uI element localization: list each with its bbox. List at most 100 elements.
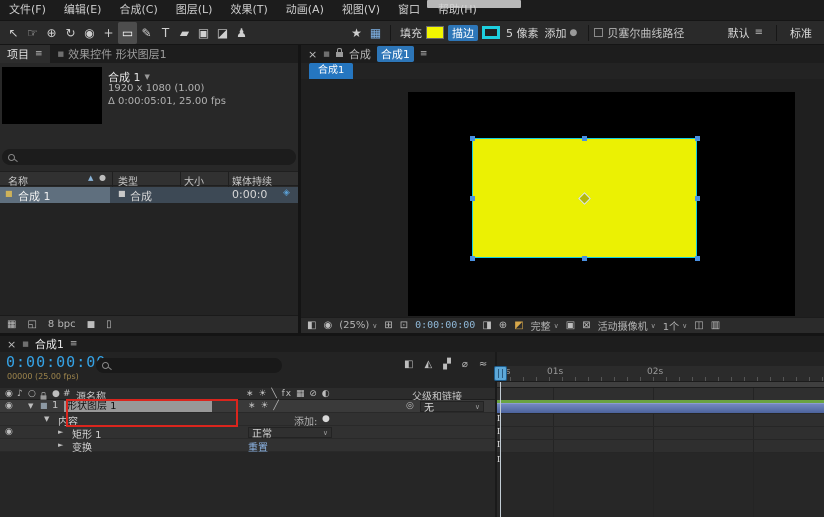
project-row-name[interactable]: 合成 1: [18, 188, 51, 204]
workspace-standard-label[interactable]: 标准: [790, 25, 812, 41]
handle-top-right[interactable]: [695, 136, 700, 141]
pan-behind-tool[interactable]: +: [99, 22, 118, 44]
selection-tool[interactable]: ↖: [4, 22, 23, 44]
delete-icon[interactable]: ▯: [106, 319, 112, 330]
viewer-tab-comp1[interactable]: 合成1: [309, 63, 354, 79]
reset-exposure-icon[interactable]: ▥: [711, 320, 720, 331]
blend-mode-select[interactable]: 正常 ∨: [248, 427, 332, 440]
handle-top-center[interactable]: [582, 136, 587, 141]
rotation-tool[interactable]: ↻: [61, 22, 80, 44]
handle-bottom-center[interactable]: [582, 256, 587, 261]
grid-icon[interactable]: ▦: [366, 22, 385, 44]
menu-composition[interactable]: 合成(C): [110, 0, 166, 20]
timeline-tab-comp1[interactable]: 合成1: [35, 336, 64, 352]
sort-asc-icon[interactable]: ▲: [88, 174, 93, 182]
track-area[interactable]: [497, 388, 824, 452]
rect-visibility-eye[interactable]: ◉: [5, 427, 13, 437]
add-options-icon[interactable]: ●: [570, 28, 578, 38]
pen-tool[interactable]: ✎: [137, 22, 156, 44]
column-name[interactable]: 名称: [8, 173, 28, 188]
layer-expander[interactable]: ▼: [28, 402, 33, 410]
transform-expander[interactable]: ►: [58, 441, 63, 449]
workspace-menu-icon[interactable]: ≡: [755, 27, 763, 38]
type-tool[interactable]: T: [156, 22, 175, 44]
composition-panel-title[interactable]: 合成: [349, 46, 371, 62]
parent-select[interactable]: 无 ∨: [420, 401, 484, 414]
playhead-line[interactable]: [500, 382, 501, 517]
contents-expander[interactable]: ▼: [44, 415, 49, 423]
track-area-empty[interactable]: [497, 452, 824, 517]
camera-icon[interactable]: ◨: [482, 320, 491, 331]
bezier-path-checkbox[interactable]: [594, 28, 604, 37]
star-icon[interactable]: ★: [347, 22, 366, 44]
column-type[interactable]: 类型: [118, 173, 138, 188]
viewer-area[interactable]: [301, 79, 824, 317]
handle-bottom-right[interactable]: [695, 256, 700, 261]
transform-group-row[interactable]: ► 变换 重置: [0, 439, 497, 454]
view-layout-select[interactable]: 1个 ∨: [663, 318, 688, 334]
menu-file[interactable]: 文件(F): [0, 0, 55, 20]
panel-menu-icon[interactable]: ≡: [70, 339, 78, 349]
graph-editor-icon[interactable]: ≈: [479, 359, 487, 370]
frame-blend-icon[interactable]: ▞: [443, 359, 451, 370]
shy-icon[interactable]: ◭: [424, 359, 432, 370]
new-folder-icon[interactable]: ◱: [27, 319, 36, 330]
eraser-tool[interactable]: ◪: [213, 22, 232, 44]
layer-visibility-eye[interactable]: ◉: [5, 401, 13, 411]
menu-animation[interactable]: 动画(A): [277, 0, 333, 20]
draft-3d-icon[interactable]: ◧: [404, 359, 413, 370]
rectangle-group-row[interactable]: ◉ ► 矩形 1 正常 ∨: [0, 426, 497, 441]
menu-view[interactable]: 视图(V): [333, 0, 389, 20]
menu-window[interactable]: 窗口: [389, 0, 429, 20]
add-property-button[interactable]: ●: [322, 414, 330, 424]
viewer-timecode[interactable]: 0:00:00:00: [415, 320, 475, 331]
workspace-preset-label[interactable]: 默认: [728, 25, 750, 41]
zoom-tool-icon[interactable]: ⊕: [42, 22, 61, 44]
mask-visibility-icon[interactable]: ⊡: [400, 320, 408, 331]
label-column-icon[interactable]: ●: [99, 173, 106, 182]
stroke-color-swatch[interactable]: [482, 26, 500, 39]
brush-tool[interactable]: ▰: [175, 22, 194, 44]
panel-menu-icon[interactable]: ≡: [420, 49, 428, 59]
stroke-label[interactable]: 描边: [448, 24, 478, 41]
handle-top-left[interactable]: [470, 136, 475, 141]
menu-edit[interactable]: 编辑(E): [55, 0, 111, 20]
panel-menu-icon[interactable]: ≡: [35, 49, 43, 59]
camera-tool[interactable]: ◉: [80, 22, 99, 44]
solo-column-icon[interactable]: ○: [28, 389, 36, 399]
exposure-icon[interactable]: ⊕: [499, 320, 507, 331]
stroke-width-value[interactable]: 5 像素: [506, 25, 539, 41]
camera-select[interactable]: 活动摄像机 ∨: [598, 318, 656, 334]
timeline-ruler[interactable]: 0s 01s 02s: [497, 366, 824, 382]
menu-layer[interactable]: 图层(L): [167, 0, 222, 20]
lock-column-icon[interactable]: [40, 391, 47, 400]
timeline-timecode[interactable]: 0:00:00:00: [6, 353, 106, 371]
motion-blur-icon[interactable]: ⌀: [462, 359, 468, 370]
chevron-down-icon[interactable]: ▼: [145, 73, 150, 81]
handle-mid-left[interactable]: [470, 196, 475, 201]
active-comp-name[interactable]: 合成1: [376, 46, 414, 62]
label-column-icon[interactable]: ●: [52, 389, 60, 399]
rectangle-tool[interactable]: ▭: [118, 21, 137, 44]
rect-expander[interactable]: ►: [58, 428, 63, 436]
fill-label[interactable]: 填充: [400, 25, 422, 41]
video-column-icon[interactable]: ◉: [5, 389, 13, 399]
close-icon[interactable]: ×: [308, 48, 317, 61]
hand-tool[interactable]: ☞: [23, 22, 42, 44]
flowchart-icon[interactable]: ◫: [694, 320, 703, 331]
magnification-select[interactable]: (25%) ∨: [339, 320, 377, 331]
grid-guides-icon[interactable]: ⊞: [384, 320, 392, 331]
tab-effect-controls[interactable]: ■ 效果控件 形状图层1: [50, 46, 175, 62]
new-composition-icon[interactable]: ■: [87, 320, 96, 330]
switches-column-icons[interactable]: ∗ ☀ ╲ fx ▦ ⊘ ◐: [246, 389, 331, 399]
project-row-comp1[interactable]: ■ 合成 1 ■ 合成 0:00:0 ◈: [0, 187, 298, 203]
layer-switches[interactable]: ∗ ☀ ╱: [248, 401, 280, 411]
playhead-handle[interactable]: [494, 366, 507, 381]
column-size[interactable]: 大小: [184, 173, 204, 188]
channels-icon[interactable]: ◩: [514, 320, 523, 331]
layer-label-chip[interactable]: ■: [40, 401, 48, 410]
composition-stage[interactable]: [408, 92, 795, 316]
interpret-footage-icon[interactable]: ▦: [7, 319, 16, 330]
fill-color-swatch[interactable]: [426, 26, 444, 39]
add-label[interactable]: 添加: [545, 25, 567, 41]
